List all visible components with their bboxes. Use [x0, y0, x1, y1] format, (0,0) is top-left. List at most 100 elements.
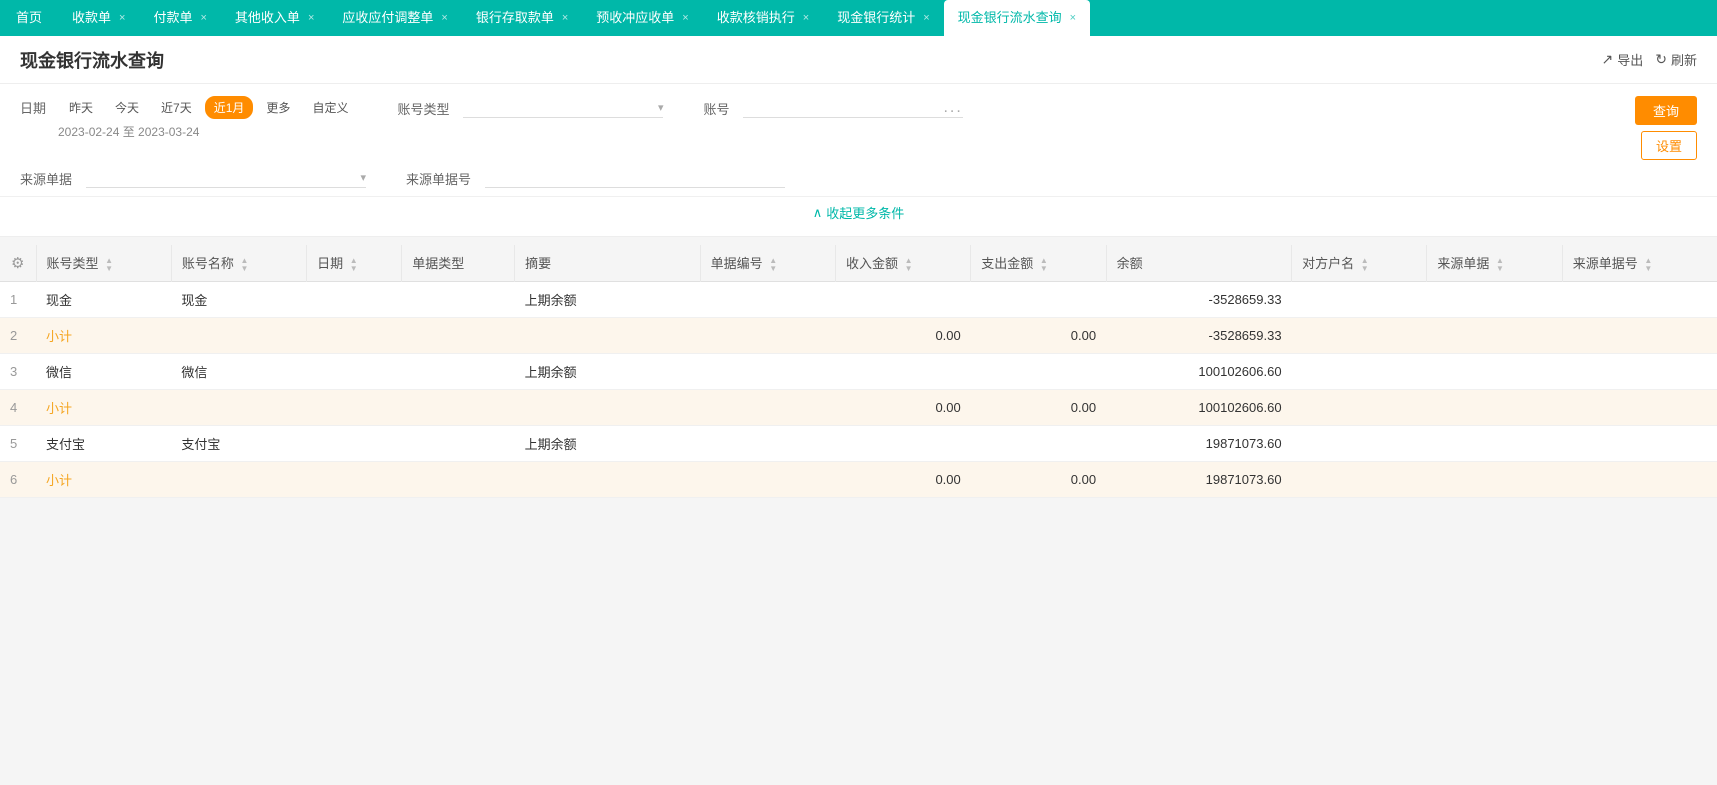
nav-item-ar-ap-adjust[interactable]: 应收应付调整单 × — [328, 0, 461, 36]
collapse-filter-button[interactable]: ∧ 收起更多条件 — [0, 196, 1717, 228]
export-label: 导出 — [1617, 50, 1643, 69]
cell-doc-no — [700, 317, 835, 353]
sort-arrows-source-doc-no: ▲ ▼ — [1644, 257, 1652, 273]
source-doc-no-input[interactable] — [485, 168, 785, 187]
th-income[interactable]: 收入金额 ▲ ▼ — [835, 245, 970, 281]
row-number: 1 — [0, 281, 36, 317]
th-source-doc[interactable]: 来源单据 ▲ ▼ — [1427, 245, 1562, 281]
cell-date — [307, 461, 402, 497]
th-expense-label: 支出金额 — [981, 256, 1033, 271]
table-row[interactable]: 2 小计 0.00 0.00 -3528659.33 — [0, 317, 1717, 353]
th-account-name[interactable]: 账号名称 ▲ ▼ — [171, 245, 306, 281]
date-btn-1month[interactable]: 近1月 — [205, 96, 254, 119]
source-doc-input[interactable] — [86, 168, 356, 187]
source-doc-no-label: 来源单据号 — [406, 169, 471, 188]
table-row[interactable]: 5 支付宝 支付宝 上期余额 19871073.60 — [0, 425, 1717, 461]
nav-close-receipt-verify[interactable]: × — [803, 0, 809, 36]
nav-item-cash-bank-flow[interactable]: 现金银行流水查询 × — [944, 0, 1090, 36]
th-date[interactable]: 日期 ▲ ▼ — [307, 245, 402, 281]
nav-close-payments[interactable]: × — [200, 0, 206, 36]
table-row[interactable]: 1 现金 现金 上期余额 -3528659.33 — [0, 281, 1717, 317]
nav-payments-label: 付款单 — [153, 0, 192, 36]
nav-close-bank-deposit[interactable]: × — [562, 0, 568, 36]
account-input[interactable] — [743, 98, 943, 117]
cell-account-name: 现金 — [171, 281, 306, 317]
th-doc-type-label: 单据类型 — [412, 256, 464, 271]
query-button[interactable]: 查询 — [1635, 96, 1697, 125]
th-counterpart-label: 对方户名 — [1302, 256, 1354, 271]
th-counterpart[interactable]: 对方户名 ▲ ▼ — [1292, 245, 1427, 281]
nav-close-cash-bank-flow[interactable]: × — [1070, 0, 1076, 36]
cell-expense: 0.00 — [971, 389, 1106, 425]
cell-income — [835, 353, 970, 389]
date-btn-today[interactable]: 今天 — [106, 96, 148, 119]
nav-item-receipt-verify[interactable]: 收款核销执行 × — [703, 0, 823, 36]
cell-summary — [515, 317, 700, 353]
nav-item-other-income[interactable]: 其他收入单 × — [221, 0, 328, 36]
row-number: 5 — [0, 425, 36, 461]
export-icon: ↗ — [1602, 51, 1614, 68]
nav-item-advance-offset[interactable]: 预收冲应收单 × — [582, 0, 702, 36]
cell-summary: 上期余额 — [515, 425, 700, 461]
date-btn-7days[interactable]: 近7天 — [152, 96, 201, 119]
nav-item-bank-deposit[interactable]: 银行存取款单 × — [462, 0, 582, 36]
setting-button[interactable]: 设置 — [1641, 131, 1697, 160]
cell-balance: -3528659.33 — [1106, 317, 1291, 353]
gear-icon[interactable]: ⚙ — [11, 255, 24, 272]
table-row[interactable]: 4 小计 0.00 0.00 100102606.60 — [0, 389, 1717, 425]
th-expense[interactable]: 支出金额 ▲ ▼ — [971, 245, 1106, 281]
th-doc-no[interactable]: 单据编号 ▲ ▼ — [700, 245, 835, 281]
cell-date — [307, 353, 402, 389]
subtotal-label: 小计 — [46, 473, 72, 488]
cell-source-doc — [1427, 389, 1562, 425]
table-row[interactable]: 6 小计 0.00 0.00 19871073.60 — [0, 461, 1717, 497]
cell-doc-no — [700, 425, 835, 461]
nav-item-home[interactable]: 首页 — [0, 0, 58, 36]
th-account-type[interactable]: 账号类型 ▲ ▼ — [36, 245, 171, 281]
nav-close-receipts[interactable]: × — [119, 0, 125, 36]
date-btn-custom[interactable]: 自定义 — [303, 96, 357, 119]
sort-arrows-date: ▲ ▼ — [350, 257, 358, 273]
export-button[interactable]: ↗ 导出 — [1602, 50, 1644, 69]
account-type-input[interactable] — [463, 98, 653, 117]
flow-table: ⚙ 账号类型 ▲ ▼ 账号名称 ▲ ▼ 日期 — [0, 245, 1717, 498]
refresh-icon: ↻ — [1655, 51, 1667, 68]
nav-close-other-income[interactable]: × — [308, 0, 314, 36]
cell-account-name: 支付宝 — [171, 425, 306, 461]
date-btn-more[interactable]: 更多 — [257, 96, 299, 119]
account-more-options-icon[interactable]: ... — [943, 99, 962, 117]
nav-bank-deposit-label: 银行存取款单 — [476, 0, 554, 36]
cell-balance: 19871073.60 — [1106, 425, 1291, 461]
table-row[interactable]: 3 微信 微信 上期余额 100102606.60 — [0, 353, 1717, 389]
th-balance-label: 余额 — [1117, 256, 1143, 271]
subtotal-label: 小计 — [46, 329, 72, 344]
nav-close-advance-offset[interactable]: × — [682, 0, 688, 36]
th-doc-no-label: 单据编号 — [711, 256, 763, 271]
subtotal-label: 小计 — [46, 401, 72, 416]
nav-item-receipts[interactable]: 收款单 × — [58, 0, 139, 36]
cell-counterpart — [1292, 353, 1427, 389]
th-source-doc-no[interactable]: 来源单据号 ▲ ▼ — [1562, 245, 1717, 281]
date-quick-select: 昨天 今天 近7天 近1月 更多 自定义 — [60, 96, 357, 119]
refresh-button[interactable]: ↻ 刷新 — [1655, 50, 1697, 69]
sort-arrows-income: ▲ ▼ — [905, 257, 913, 273]
cell-account-name — [171, 389, 306, 425]
cell-income — [835, 281, 970, 317]
cell-account-type: 现金 — [36, 281, 171, 317]
date-btn-yesterday[interactable]: 昨天 — [60, 96, 102, 119]
cell-account-name — [171, 317, 306, 353]
account-type-cell: 微信 — [46, 365, 72, 380]
sort-arrows-account-name: ▲ ▼ — [240, 257, 248, 273]
header-actions: ↗ 导出 ↻ 刷新 — [1602, 50, 1698, 69]
cell-account-type: 微信 — [36, 353, 171, 389]
filter-area: 日期 昨天 今天 近7天 近1月 更多 自定义 2023-02-24 至 202… — [0, 84, 1717, 237]
row-number: 6 — [0, 461, 36, 497]
cell-account-type: 小计 — [36, 389, 171, 425]
nav-close-cash-bank-stat[interactable]: × — [923, 0, 929, 36]
nav-item-cash-bank-stat[interactable]: 现金银行统计 × — [823, 0, 943, 36]
nav-item-payments[interactable]: 付款单 × — [139, 0, 220, 36]
sort-arrows-doc-no: ▲ ▼ — [769, 257, 777, 273]
table-header-row: ⚙ 账号类型 ▲ ▼ 账号名称 ▲ ▼ 日期 — [0, 245, 1717, 281]
nav-close-ar-ap[interactable]: × — [441, 0, 447, 36]
cell-doc-type — [402, 425, 515, 461]
